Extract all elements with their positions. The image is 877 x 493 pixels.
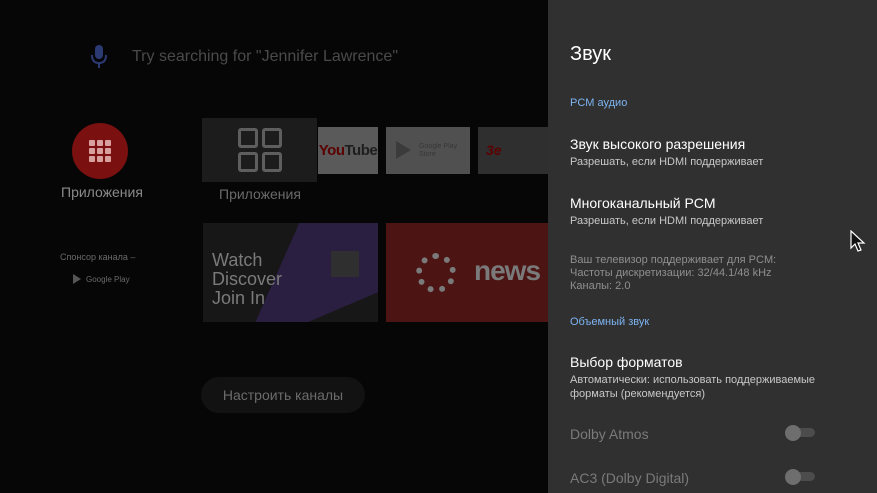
pcm-info-line-1: Ваш телевизор поддерживает для PCM: bbox=[570, 254, 777, 266]
customize-channels-button[interactable]: Настроить каналы bbox=[201, 377, 365, 413]
hi-res-audio-title: Звук высокого разрешения bbox=[570, 136, 746, 152]
apps-tile-icon bbox=[238, 128, 282, 172]
multichannel-pcm-subtitle: Разрешать, если HDMI поддерживает bbox=[570, 215, 764, 227]
youtube-app-tile[interactable]: YouTube bbox=[318, 127, 378, 174]
twitch-logo-icon bbox=[331, 251, 359, 277]
google-play-label: Google Play Store bbox=[419, 143, 458, 158]
pcm-info-line-2: Частоты дискретизации: 32/44.1/48 kHz bbox=[570, 267, 772, 279]
twitch-tagline: Watch Discover Join In bbox=[212, 251, 282, 308]
home-screen: Try searching for "Jennifer Lawrence" Пр… bbox=[0, 0, 548, 493]
twitch-line-2: Discover bbox=[212, 269, 283, 289]
sponsor-source: Google Play bbox=[73, 274, 130, 284]
twitch-line-1: Watch bbox=[212, 250, 263, 270]
apps-button[interactable] bbox=[72, 123, 128, 179]
format-selection-subtitle-line-2: форматы (рекомендуется) bbox=[570, 388, 706, 400]
section-surround-sound: Объемный звук bbox=[570, 316, 650, 328]
apps-label: Приложения bbox=[61, 184, 143, 200]
format-selection-title: Выбор форматов bbox=[570, 354, 683, 370]
sound-settings-panel: Звук PCM аудио Звук высокого разрешения … bbox=[548, 0, 877, 493]
dolby-atmos-toggle[interactable] bbox=[785, 425, 815, 441]
play-store-icon bbox=[396, 141, 411, 159]
toggle-knob bbox=[785, 469, 801, 485]
apps-tile[interactable] bbox=[202, 118, 317, 182]
apps-grid-icon bbox=[89, 140, 111, 162]
twitch-line-3: Join In bbox=[212, 288, 266, 308]
format-selection-subtitle-line-1: Автоматически: использовать поддерживаем… bbox=[570, 374, 816, 386]
toggle-knob bbox=[785, 425, 801, 441]
twitch-channel-tile[interactable]: Watch Discover Join In bbox=[203, 223, 378, 322]
ac3-label: AC3 (Dolby Digital) bbox=[570, 470, 690, 486]
sponsor-source-label: Google Play bbox=[86, 274, 130, 284]
youtube-logo-you: You bbox=[318, 142, 345, 159]
google-play-icon bbox=[73, 274, 81, 284]
cbc-news-channel-tile[interactable]: news bbox=[386, 223, 548, 322]
cbc-logo-icon bbox=[416, 253, 456, 293]
apps-tile-label: Приложения bbox=[219, 186, 301, 202]
cbc-news-label: news bbox=[474, 255, 541, 286]
tv3-label: 3e bbox=[486, 142, 502, 158]
tv3-app-tile[interactable]: 3e bbox=[478, 127, 548, 174]
ac3-toggle[interactable] bbox=[785, 469, 815, 485]
dolby-atmos-label: Dolby Atmos bbox=[570, 426, 649, 442]
section-pcm-audio: PCM аудио bbox=[570, 97, 628, 109]
microphone-icon[interactable] bbox=[90, 44, 108, 70]
pcm-support-info: Ваш телевизор поддерживает для PCM: Част… bbox=[570, 254, 776, 293]
panel-title: Звук bbox=[570, 43, 612, 65]
google-play-app-tile[interactable]: Google Play Store bbox=[386, 127, 470, 174]
multichannel-pcm-title: Многоканальный PCM bbox=[570, 195, 716, 211]
mouse-pointer-icon bbox=[850, 230, 866, 252]
pcm-info-line-3: Каналы: 2.0 bbox=[570, 280, 631, 292]
hi-res-audio-subtitle: Разрешать, если HDMI поддерживает bbox=[570, 156, 764, 168]
search-hint: Try searching for "Jennifer Lawrence" bbox=[132, 48, 398, 65]
sponsor-label: Спонсор канала – bbox=[60, 252, 136, 262]
search-bar[interactable]: Try searching for "Jennifer Lawrence" bbox=[90, 44, 398, 70]
youtube-logo-tube: Tube bbox=[344, 142, 378, 159]
